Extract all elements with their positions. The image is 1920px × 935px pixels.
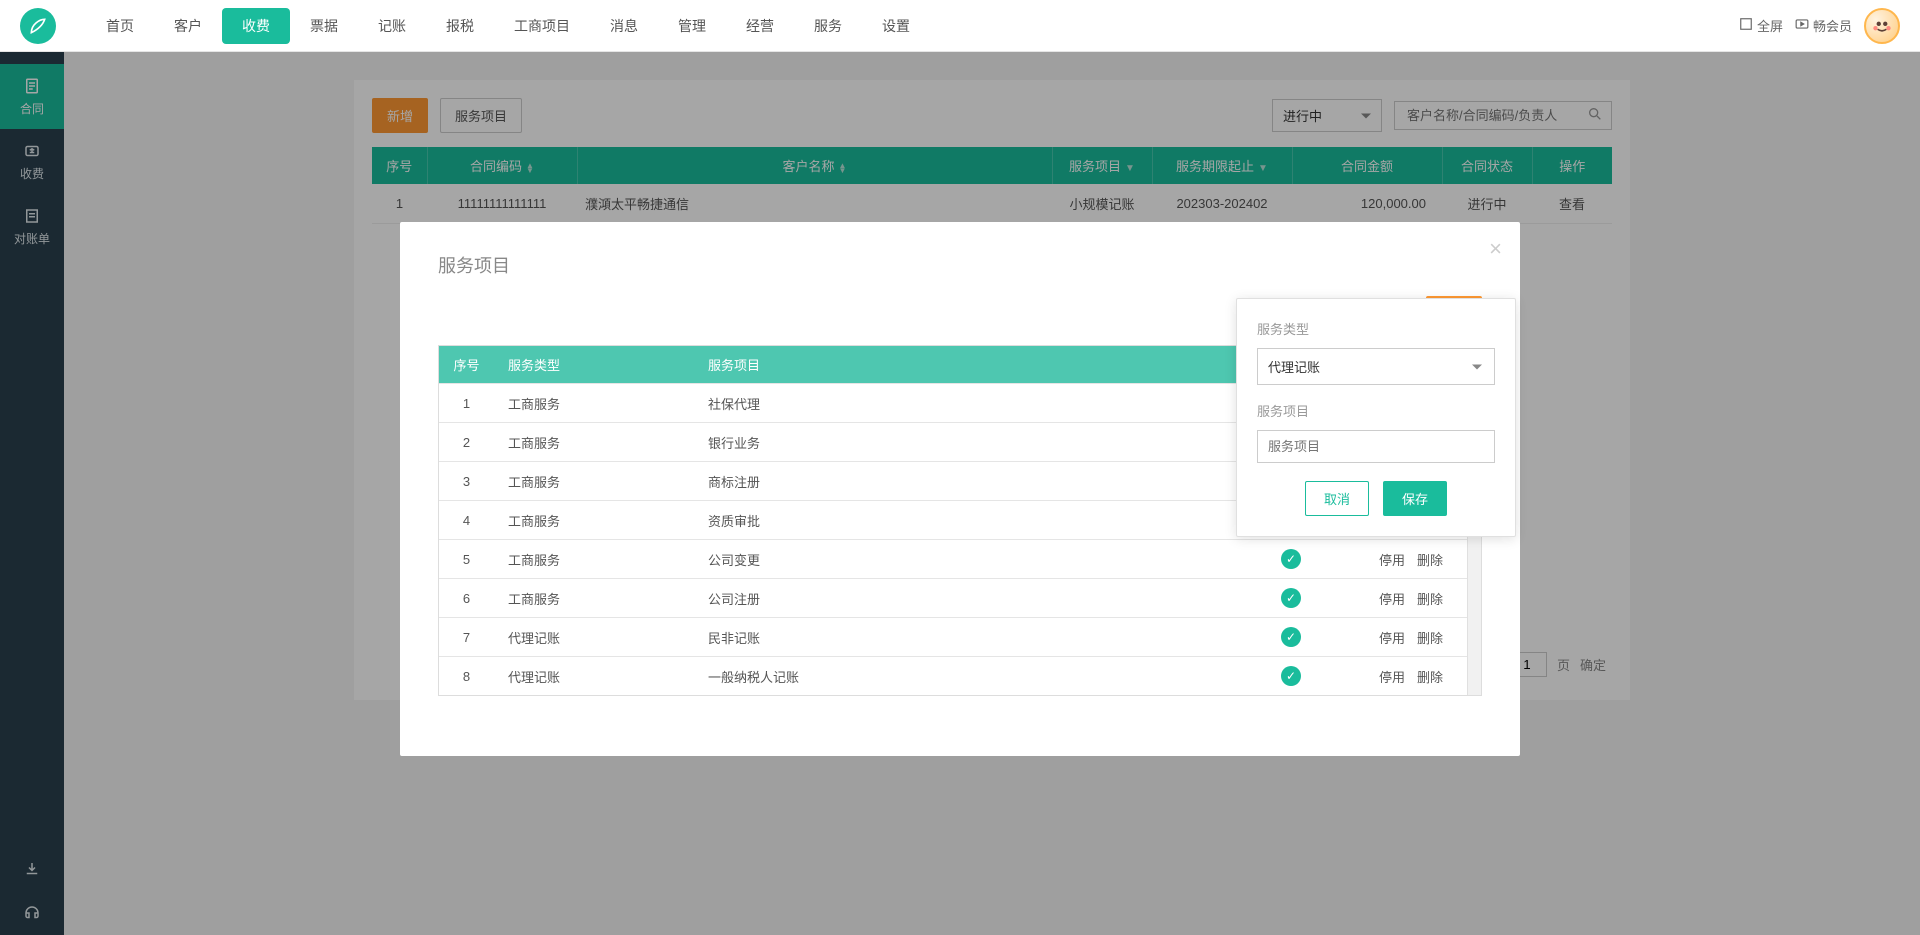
nav-item-4[interactable]: 记账 <box>358 8 426 44</box>
play-icon <box>1795 17 1809 34</box>
check-icon: ✓ <box>1281 627 1301 647</box>
disable-link[interactable]: 停用 <box>1379 670 1405 685</box>
nav-item-2[interactable]: 收费 <box>222 8 290 44</box>
table-row: 7代理记账民非记账✓停用删除 <box>439 618 1481 657</box>
service-project-input[interactable] <box>1257 430 1495 463</box>
user-avatar[interactable] <box>1864 8 1900 44</box>
service-type-select[interactable]: 代理记账 <box>1257 348 1495 385</box>
nav-item-9[interactable]: 经营 <box>726 8 794 44</box>
nav-item-5[interactable]: 报税 <box>426 8 494 44</box>
disable-link[interactable]: 停用 <box>1379 553 1405 568</box>
member-label: 畅会员 <box>1813 16 1852 35</box>
popover-save-button[interactable]: 保存 <box>1383 481 1447 516</box>
table-row: 6工商服务公司注册✓停用删除 <box>439 579 1481 618</box>
service-item-modal: × 服务项目 新建 序号 服务类型 服务项目 默认 操作 1工商服务社保 <box>400 222 1520 756</box>
new-service-popover: 服务类型 代理记账 服务项目 取消 保存 <box>1236 298 1516 537</box>
check-icon: ✓ <box>1281 549 1301 569</box>
project-label: 服务项目 <box>1257 401 1495 420</box>
fullscreen-label: 全屏 <box>1757 16 1783 35</box>
disable-link[interactable]: 停用 <box>1379 631 1405 646</box>
nav-item-1[interactable]: 客户 <box>154 8 222 44</box>
member-button[interactable]: 畅会员 <box>1795 16 1852 35</box>
type-label: 服务类型 <box>1257 319 1495 338</box>
nav-item-0[interactable]: 首页 <box>86 8 154 44</box>
table-row: 8代理记账一般纳税人记账✓停用删除 <box>439 657 1481 696</box>
app-logo <box>20 8 56 44</box>
fullscreen-button[interactable]: 全屏 <box>1739 16 1783 35</box>
top-nav: 首页客户收费票据记账报税工商项目消息管理经营服务设置 全屏 畅会员 <box>0 0 1920 52</box>
check-icon: ✓ <box>1281 588 1301 608</box>
delete-link[interactable]: 删除 <box>1417 553 1443 568</box>
disable-link[interactable]: 停用 <box>1379 592 1405 607</box>
nav-item-3[interactable]: 票据 <box>290 8 358 44</box>
modal-title: 服务项目 <box>438 252 1482 278</box>
nav-item-6[interactable]: 工商项目 <box>494 8 590 44</box>
delete-link[interactable]: 删除 <box>1417 670 1443 685</box>
close-icon[interactable]: × <box>1489 236 1502 262</box>
check-icon: ✓ <box>1281 666 1301 686</box>
fullscreen-icon <box>1739 17 1753 34</box>
nav-item-10[interactable]: 服务 <box>794 8 862 44</box>
popover-cancel-button[interactable]: 取消 <box>1305 481 1369 516</box>
delete-link[interactable]: 删除 <box>1417 592 1443 607</box>
nav-item-11[interactable]: 设置 <box>862 8 930 44</box>
delete-link[interactable]: 删除 <box>1417 631 1443 646</box>
modal-overlay: × 服务项目 新建 序号 服务类型 服务项目 默认 操作 1工商服务社保 <box>0 52 1920 935</box>
nav-item-7[interactable]: 消息 <box>590 8 658 44</box>
nav-item-8[interactable]: 管理 <box>658 8 726 44</box>
table-row: 5工商服务公司变更✓停用删除 <box>439 540 1481 579</box>
